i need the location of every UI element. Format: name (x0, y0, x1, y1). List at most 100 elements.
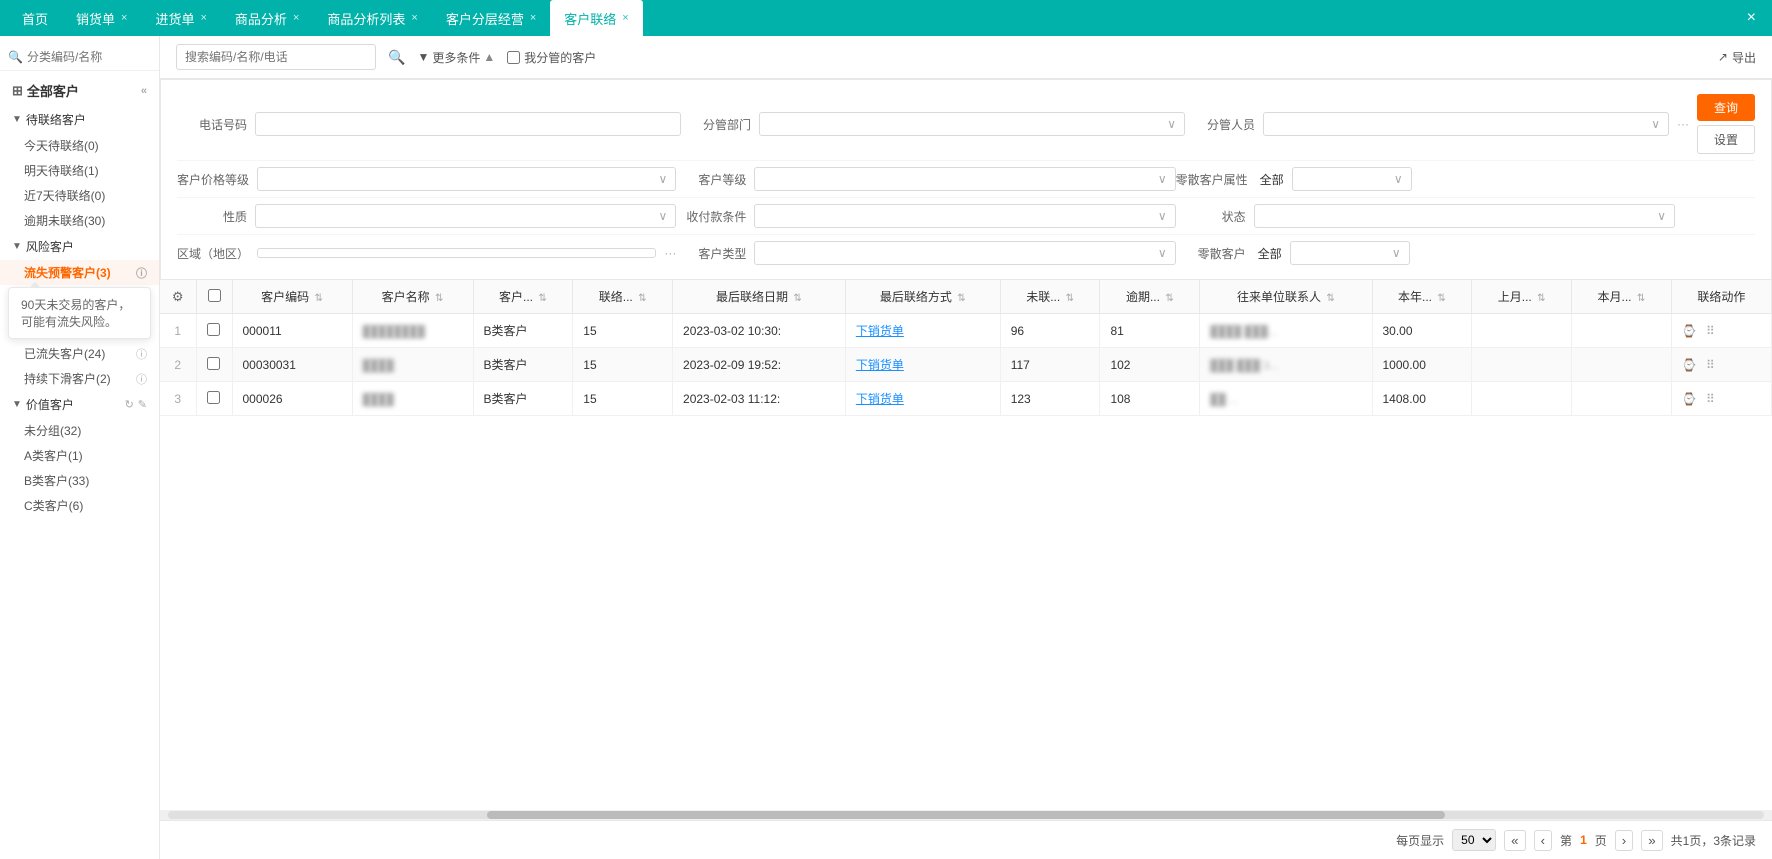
prev-page-button[interactable]: ‹ (1534, 830, 1552, 851)
col-settings[interactable]: ⚙ (160, 280, 196, 314)
more-action-icon[interactable]: ⠿ (1706, 392, 1715, 406)
sort-icon[interactable]: ⇅ (638, 293, 646, 304)
nav-tab-customer-contact[interactable]: 客户联络 × (550, 0, 642, 36)
sort-icon[interactable]: ⇅ (1066, 293, 1074, 304)
filter-region-select[interactable] (257, 248, 656, 258)
sidebar-item-7days[interactable]: 近7天待联络(0) (0, 183, 159, 208)
sort-icon[interactable]: ⇅ (315, 293, 323, 304)
filter-nature-select[interactable]: ∨ (255, 204, 676, 228)
row-checkbox[interactable] (207, 357, 220, 370)
nav-tab-analysis-list[interactable]: 商品分析列表 × (313, 0, 431, 36)
refresh-icon[interactable]: ↻ (125, 398, 134, 411)
contact-action-icon[interactable]: ⌚ (1682, 358, 1697, 372)
cell-thismonth-2 (1572, 348, 1672, 382)
nav-tab-analysis[interactable]: 商品分析 × (221, 0, 313, 36)
close-icon[interactable]: × (200, 12, 206, 24)
cell-code-3: 000026 (232, 382, 352, 416)
close-icon[interactable]: × (121, 12, 127, 24)
first-page-button[interactable]: « (1504, 830, 1525, 851)
filter-customer-type-select[interactable]: ∨ (754, 241, 1175, 265)
search-button[interactable]: 🔍 (388, 49, 405, 66)
close-icon[interactable]: × (293, 12, 299, 24)
close-icon[interactable]: × (622, 12, 628, 24)
contact-action-icon[interactable]: ⌚ (1682, 324, 1697, 338)
window-close-icon[interactable]: × (1739, 9, 1764, 27)
sidebar-item-ungrouped[interactable]: 未分组(32) (0, 418, 159, 443)
nav-tab-home[interactable]: 首页 (8, 0, 62, 36)
close-icon[interactable]: × (411, 12, 417, 24)
filter-customer-grade-select[interactable]: ∨ (754, 167, 1175, 191)
my-customers-checkbox[interactable] (507, 51, 520, 64)
sidebar-item-class-a[interactable]: A类客户(1) (0, 443, 159, 468)
sidebar-group-pending[interactable]: ▼ 待联络客户 (0, 106, 159, 133)
cell-lastmonth-1 (1472, 314, 1572, 348)
filter-retail-attr-select[interactable]: ∨ (1292, 167, 1412, 191)
filter-phone: 电话号码 (177, 112, 681, 136)
nav-tab-customer-layer[interactable]: 客户分层经营 × (432, 0, 550, 36)
filter-payment-select[interactable]: ∨ (754, 204, 1175, 228)
more-action-icon[interactable]: ⠿ (1706, 358, 1715, 372)
cell-overdue-1: 81 (1100, 314, 1200, 348)
nav-tab-sales[interactable]: 销货单 × (62, 0, 141, 36)
sidebar-group-risk[interactable]: ▼ 风险客户 (0, 233, 159, 260)
sort-icon[interactable]: ⇅ (1637, 293, 1645, 304)
settings-icon[interactable]: ⚙ (172, 289, 184, 304)
filter-dept-select[interactable]: ∨ (759, 112, 1185, 136)
sort-icon[interactable]: ⇅ (538, 293, 546, 304)
more-options-icon[interactable]: ··· (1677, 117, 1689, 131)
query-button[interactable]: 查询 (1697, 94, 1755, 121)
more-action-icon[interactable]: ⠿ (1706, 324, 1715, 338)
row-checkbox[interactable] (207, 323, 220, 336)
sidebar-item-churn-warning[interactable]: 流失预警客户(3) ⓘ (0, 260, 159, 285)
more-options-icon[interactable]: ··· (664, 246, 676, 260)
filter-price-grade-select[interactable]: ∨ (257, 167, 676, 191)
sort-icon[interactable]: ⇅ (1165, 293, 1173, 304)
cell-contacttype-2[interactable]: 下销货单 (845, 348, 1000, 382)
cell-checkbox-3 (196, 382, 232, 416)
close-icon[interactable]: × (530, 12, 536, 24)
sort-icon[interactable]: ⇅ (957, 293, 965, 304)
info-icon: ⓘ (136, 265, 147, 281)
contact-action-icon[interactable]: ⌚ (1682, 392, 1697, 406)
cell-contacttype-1[interactable]: 下销货单 (845, 314, 1000, 348)
sidebar-group-value[interactable]: ▼ 价值客户 ↻ ✎ (0, 391, 159, 418)
cell-checkbox-1 (196, 314, 232, 348)
sidebar-item-overdue[interactable]: 逾期未联络(30) (0, 208, 159, 233)
sort-icon[interactable]: ⇅ (793, 293, 801, 304)
filter-status-select[interactable]: ∨ (1254, 204, 1675, 228)
export-button[interactable]: ↗ 导出 (1718, 49, 1756, 66)
filter-phone-input[interactable] (255, 112, 681, 136)
sidebar-search-area: 🔍 (0, 44, 159, 71)
page-size-select[interactable]: 50 (1452, 829, 1496, 851)
sidebar-item-declining[interactable]: 持续下滑客户(2) ⓘ (0, 366, 159, 391)
sidebar-item-today[interactable]: 今天待联络(0) (0, 133, 159, 158)
horizontal-scrollbar[interactable] (160, 810, 1772, 820)
sidebar-item-class-b[interactable]: B类客户(33) (0, 468, 159, 493)
scrollbar-track[interactable] (168, 811, 1764, 819)
sort-icon[interactable]: ⇅ (1537, 293, 1545, 304)
sidebar-item-churned[interactable]: 已流失客户(24) ⓘ (0, 341, 159, 366)
scrollbar-thumb[interactable] (487, 811, 1445, 819)
search-input[interactable] (176, 44, 376, 70)
filter-retail-attr: 零散客户属性 全部 ∨ (1176, 167, 1675, 191)
sidebar-item-class-c[interactable]: C类客户(6) (0, 493, 159, 518)
nav-tab-purchase[interactable]: 进货单 × (141, 0, 220, 36)
sort-icon[interactable]: ⇅ (1326, 293, 1334, 304)
next-page-button[interactable]: › (1615, 830, 1633, 851)
last-page-button[interactable]: » (1641, 830, 1662, 851)
sidebar-search-input[interactable] (27, 50, 151, 64)
cell-actions-1: ⌚ ⠿ (1671, 314, 1771, 348)
sidebar-all-customers[interactable]: ⊞ 全部客户 « (0, 75, 159, 106)
cell-contacttype-3[interactable]: 下销货单 (845, 382, 1000, 416)
setting-button[interactable]: 设置 (1697, 125, 1755, 154)
sidebar-item-tomorrow[interactable]: 明天待联络(1) (0, 158, 159, 183)
edit-icon[interactable]: ✎ (138, 398, 147, 411)
cell-nocontact-1: 96 (1000, 314, 1100, 348)
filter-more-button[interactable]: ▼ 更多条件 ▲ (417, 49, 495, 66)
filter-retail-customer-select[interactable]: ∨ (1290, 241, 1410, 265)
sort-icon[interactable]: ⇅ (435, 293, 443, 304)
filter-manager-select[interactable]: ∨ (1263, 112, 1669, 136)
row-checkbox[interactable] (207, 391, 220, 404)
sort-icon[interactable]: ⇅ (1437, 293, 1445, 304)
select-all-checkbox[interactable] (208, 289, 221, 302)
